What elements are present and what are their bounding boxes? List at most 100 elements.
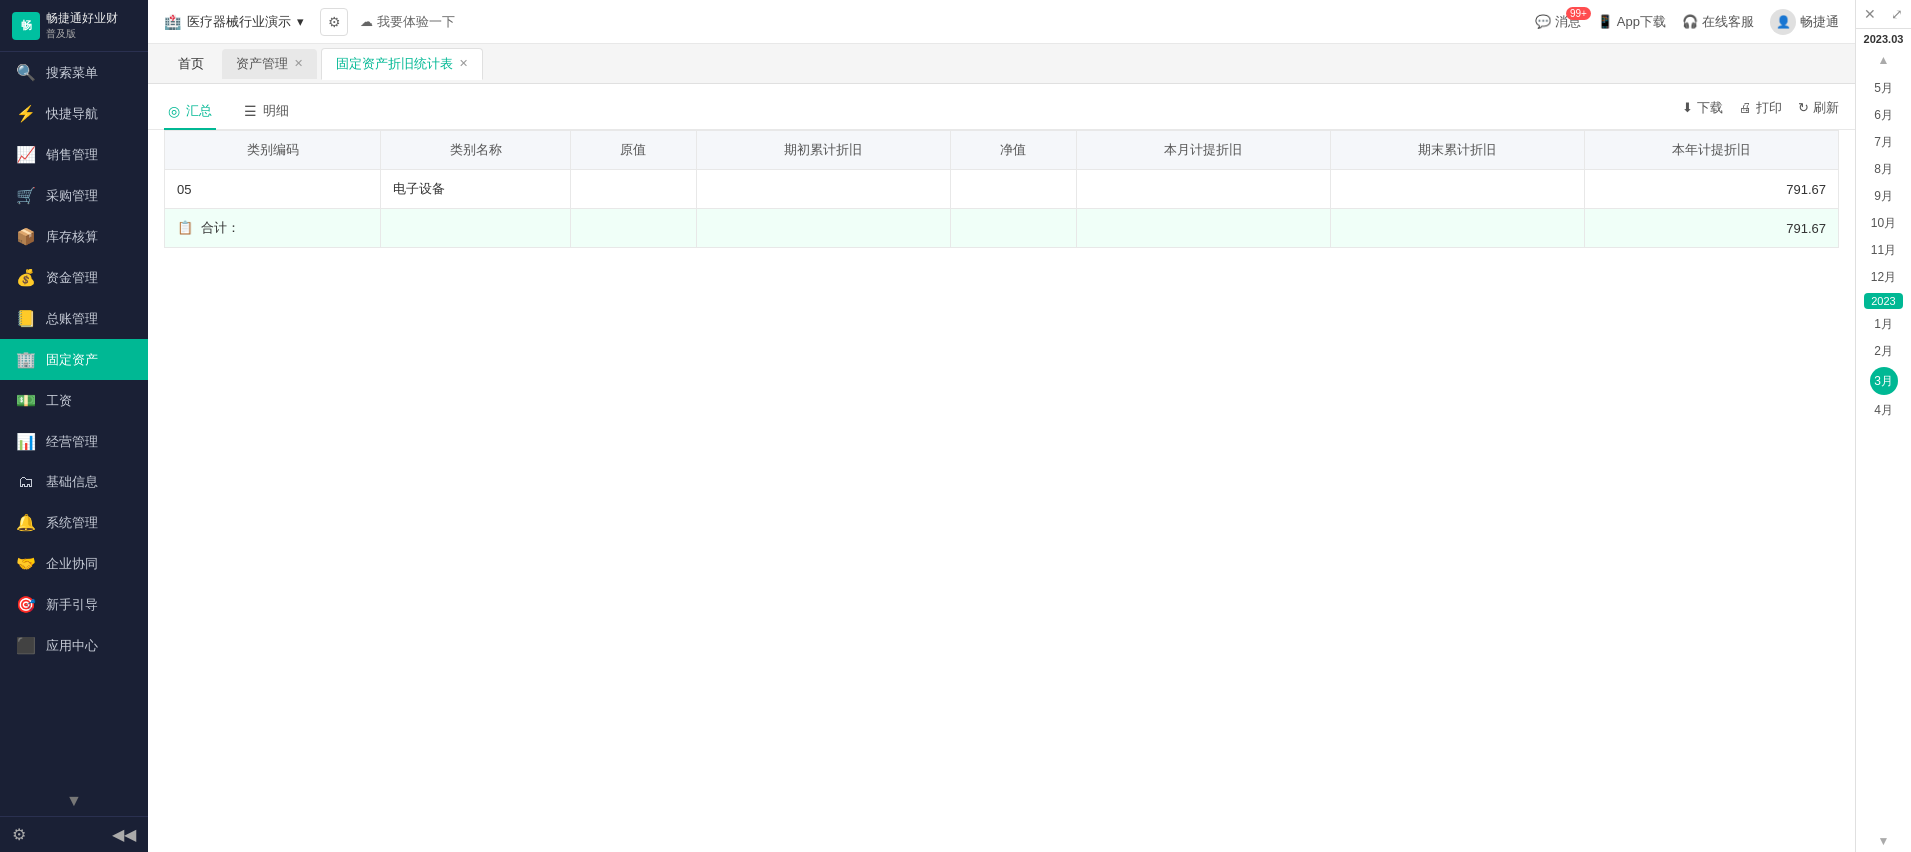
- sidebar-settings-icon[interactable]: ⚙: [12, 825, 26, 844]
- company-name: 医疗器械行业演示: [187, 13, 291, 31]
- sidebar-item-quicknav[interactable]: ⚡ 快捷导航: [0, 93, 148, 134]
- sidebar-item-system[interactable]: 🔔 系统管理: [0, 502, 148, 543]
- payroll-label: 工资: [46, 392, 72, 410]
- sidebar-item-operations[interactable]: 📊 经营管理: [0, 421, 148, 462]
- subtotal-net-value: [950, 209, 1076, 248]
- timeline-month-10月[interactable]: 10月: [1856, 210, 1911, 237]
- timeline-month-12月[interactable]: 12月: [1856, 264, 1911, 291]
- sidebar-item-ledger[interactable]: 📒 总账管理: [0, 298, 148, 339]
- ledger-label: 总账管理: [46, 310, 98, 328]
- experience-label: 我要体验一下: [377, 13, 455, 31]
- tab-depreciation-close[interactable]: ✕: [459, 57, 468, 70]
- experience-icon: ☁: [360, 14, 373, 29]
- sidebar-item-payroll[interactable]: 💵 工资: [0, 380, 148, 421]
- subtotal-monthly-dep: [1076, 209, 1330, 248]
- tab-depreciation[interactable]: 固定资产折旧统计表 ✕: [321, 48, 483, 80]
- logo-text: 畅捷通好业财 普及版: [46, 10, 118, 41]
- refresh-icon: ↻: [1798, 100, 1809, 115]
- message-button[interactable]: 💬 消息 99+: [1535, 13, 1581, 31]
- company-dropdown-icon: ▾: [297, 14, 304, 29]
- cell-net-value: [950, 170, 1076, 209]
- col-name: 类别名称: [381, 131, 571, 170]
- app-download-button[interactable]: 📱 App下载: [1597, 13, 1666, 31]
- tab-asset-mgmt-close[interactable]: ✕: [294, 57, 303, 70]
- company-selector[interactable]: 🏥 医疗器械行业演示 ▾: [164, 13, 304, 31]
- detail-icon: ☰: [244, 103, 257, 119]
- timeline-month-11月[interactable]: 11月: [1856, 237, 1911, 264]
- timeline-year-2023[interactable]: 2023: [1864, 293, 1903, 309]
- sidebar-item-fixed-assets[interactable]: 🏢 固定资产: [0, 339, 148, 380]
- sidebar-collapse-icon[interactable]: ◀◀: [112, 825, 136, 844]
- tab-home[interactable]: 首页: [164, 49, 218, 79]
- cooperation-icon: 🤝: [16, 554, 36, 573]
- timeline-panel: ✕ ⤢ 2023.03 ▲ 5月6月7月8月9月10月11月12月 2023 1月2…: [1855, 0, 1911, 852]
- timeline-month-4[interactable]: 4月: [1856, 397, 1911, 424]
- online-service-button[interactable]: 🎧 在线客服: [1682, 13, 1754, 31]
- sales-icon: 📈: [16, 145, 36, 164]
- timeline-scroll-down[interactable]: ▼: [1856, 830, 1911, 852]
- sidebar: 畅 畅捷通好业财 普及版 🔍 搜索菜单 ⚡ 快捷导航 📈 销售管理 🛒 采购管理…: [0, 0, 148, 852]
- sub-tabs: ◎ 汇总 ☰ 明细 ⬇ 下载 🖨 打印 ↻ 刷新: [148, 84, 1855, 130]
- col-original: 原值: [571, 131, 697, 170]
- timeline-scroll-up[interactable]: ▲: [1856, 49, 1911, 71]
- download-label: 下载: [1697, 99, 1723, 117]
- tab-asset-mgmt-label: 资产管理: [236, 55, 288, 73]
- sub-tab-detail[interactable]: ☰ 明细: [240, 94, 293, 130]
- cell-name: 电子设备: [381, 170, 571, 209]
- col-net-value: 净值: [950, 131, 1076, 170]
- sidebar-item-sales[interactable]: 📈 销售管理: [0, 134, 148, 175]
- subtotal-initial-dep: [696, 209, 950, 248]
- app-download-icon: 📱: [1597, 14, 1613, 29]
- inventory-label: 库存核算: [46, 228, 98, 246]
- sidebar-item-app-center[interactable]: ⬛ 应用中心: [0, 625, 148, 666]
- system-label: 系统管理: [46, 514, 98, 532]
- timeline-month-7月[interactable]: 7月: [1856, 129, 1911, 156]
- refresh-button[interactable]: ↻ 刷新: [1798, 99, 1839, 117]
- user-menu[interactable]: 👤 畅捷通: [1770, 9, 1839, 35]
- sidebar-scroll-down[interactable]: ▼: [0, 786, 148, 816]
- timeline-expand-button[interactable]: ⤢: [1891, 6, 1903, 22]
- experience-button[interactable]: ☁ 我要体验一下: [360, 13, 455, 31]
- sidebar-item-purchase[interactable]: 🛒 采购管理: [0, 175, 148, 216]
- sidebar-item-cooperation[interactable]: 🤝 企业协同: [0, 543, 148, 584]
- timeline-month-1月[interactable]: 1月: [1856, 311, 1911, 338]
- finance-label: 资金管理: [46, 269, 98, 287]
- sidebar-item-guide[interactable]: 🎯 新手引导: [0, 584, 148, 625]
- sidebar-item-finance[interactable]: 💰 资金管理: [0, 257, 148, 298]
- topbar-settings-button[interactable]: ⚙: [320, 8, 348, 36]
- col-monthly-dep: 本月计提折旧: [1076, 131, 1330, 170]
- timeline-month-2月[interactable]: 2月: [1856, 338, 1911, 365]
- sub-tab-summary[interactable]: ◎ 汇总: [164, 94, 216, 130]
- timeline-month-6月[interactable]: 6月: [1856, 102, 1911, 129]
- app-center-icon: ⬛: [16, 636, 36, 655]
- download-button[interactable]: ⬇ 下载: [1682, 99, 1723, 117]
- sidebar-item-basic-info[interactable]: 🗂 基础信息: [0, 462, 148, 502]
- print-button[interactable]: 🖨 打印: [1739, 99, 1782, 117]
- search-icon: 🔍: [16, 63, 36, 82]
- subtotal-end-dep: [1330, 209, 1584, 248]
- cell-annual-dep: 791.67: [1584, 170, 1838, 209]
- sidebar-item-search[interactable]: 🔍 搜索菜单: [0, 52, 148, 93]
- timeline-month-9月[interactable]: 9月: [1856, 183, 1911, 210]
- sidebar-item-inventory[interactable]: 📦 库存核算: [0, 216, 148, 257]
- timeline-month-5月[interactable]: 5月: [1856, 75, 1911, 102]
- refresh-label: 刷新: [1813, 99, 1839, 117]
- col-code: 类别编码: [165, 131, 381, 170]
- timeline-month-8月[interactable]: 8月: [1856, 156, 1911, 183]
- ledger-icon: 📒: [16, 309, 36, 328]
- tab-home-label: 首页: [178, 55, 204, 73]
- tabs-bar: 首页 资产管理 ✕ 固定资产折旧统计表 ✕: [148, 44, 1855, 84]
- tab-depreciation-label: 固定资产折旧统计表: [336, 55, 453, 73]
- logo-icon: 畅: [12, 12, 40, 40]
- user-name: 畅捷通: [1800, 13, 1839, 31]
- timeline-month-3[interactable]: 3月: [1870, 367, 1898, 395]
- tab-asset-mgmt[interactable]: 资产管理 ✕: [222, 49, 317, 79]
- app-download-label: App下载: [1617, 13, 1666, 31]
- cell-monthly-dep: [1076, 170, 1330, 209]
- sales-label: 销售管理: [46, 146, 98, 164]
- guide-icon: 🎯: [16, 595, 36, 614]
- download-icon: ⬇: [1682, 100, 1693, 115]
- timeline-period-label: 2023.03: [1856, 29, 1911, 49]
- timeline-close-button[interactable]: ✕: [1864, 6, 1876, 22]
- basic-info-icon: 🗂: [16, 473, 36, 491]
